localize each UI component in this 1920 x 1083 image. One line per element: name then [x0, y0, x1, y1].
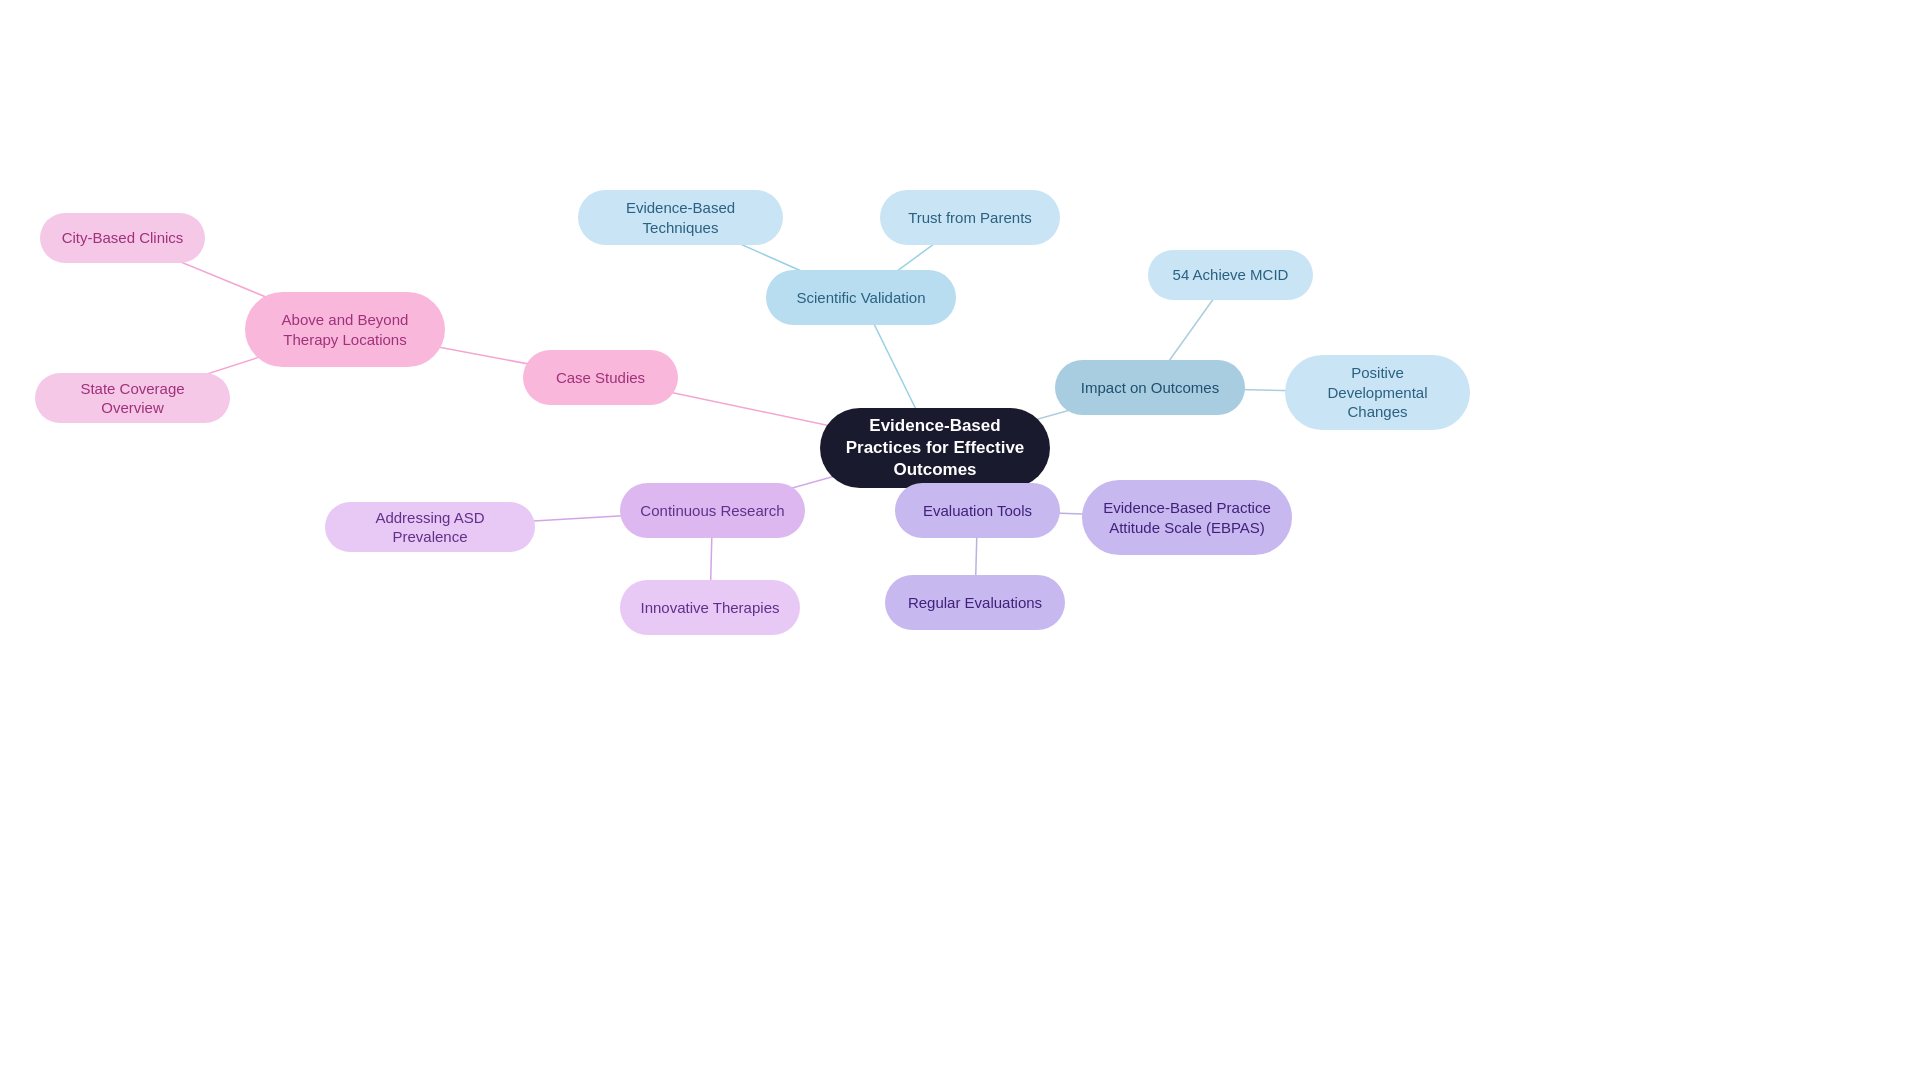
- innovative-therapies-node[interactable]: Innovative Therapies: [620, 580, 800, 635]
- positive-dev-node[interactable]: Positive Developmental Changes: [1285, 355, 1470, 430]
- impact-outcomes-node[interactable]: Impact on Outcomes: [1055, 360, 1245, 415]
- achieve-mcid-node[interactable]: 54 Achieve MCID: [1148, 250, 1313, 300]
- scientific-validation-node[interactable]: Scientific Validation: [766, 270, 956, 325]
- evidence-based-techniques-node[interactable]: Evidence-Based Techniques: [578, 190, 783, 245]
- above-beyond-node[interactable]: Above and Beyond Therapy Locations: [245, 292, 445, 367]
- addressing-asd-node[interactable]: Addressing ASD Prevalence: [325, 502, 535, 552]
- city-clinics-node[interactable]: City-Based Clinics: [40, 213, 205, 263]
- regular-evaluations-node[interactable]: Regular Evaluations: [885, 575, 1065, 630]
- case-studies-node[interactable]: Case Studies: [523, 350, 678, 405]
- continuous-research-node[interactable]: Continuous Research: [620, 483, 805, 538]
- trust-from-parents-node[interactable]: Trust from Parents: [880, 190, 1060, 245]
- state-coverage-node[interactable]: State Coverage Overview: [35, 373, 230, 423]
- center-node[interactable]: Evidence-Based Practices for Effective O…: [820, 408, 1050, 488]
- evaluation-tools-node[interactable]: Evaluation Tools: [895, 483, 1060, 538]
- ebpas-node[interactable]: Evidence-Based Practice Attitude Scale (…: [1082, 480, 1292, 555]
